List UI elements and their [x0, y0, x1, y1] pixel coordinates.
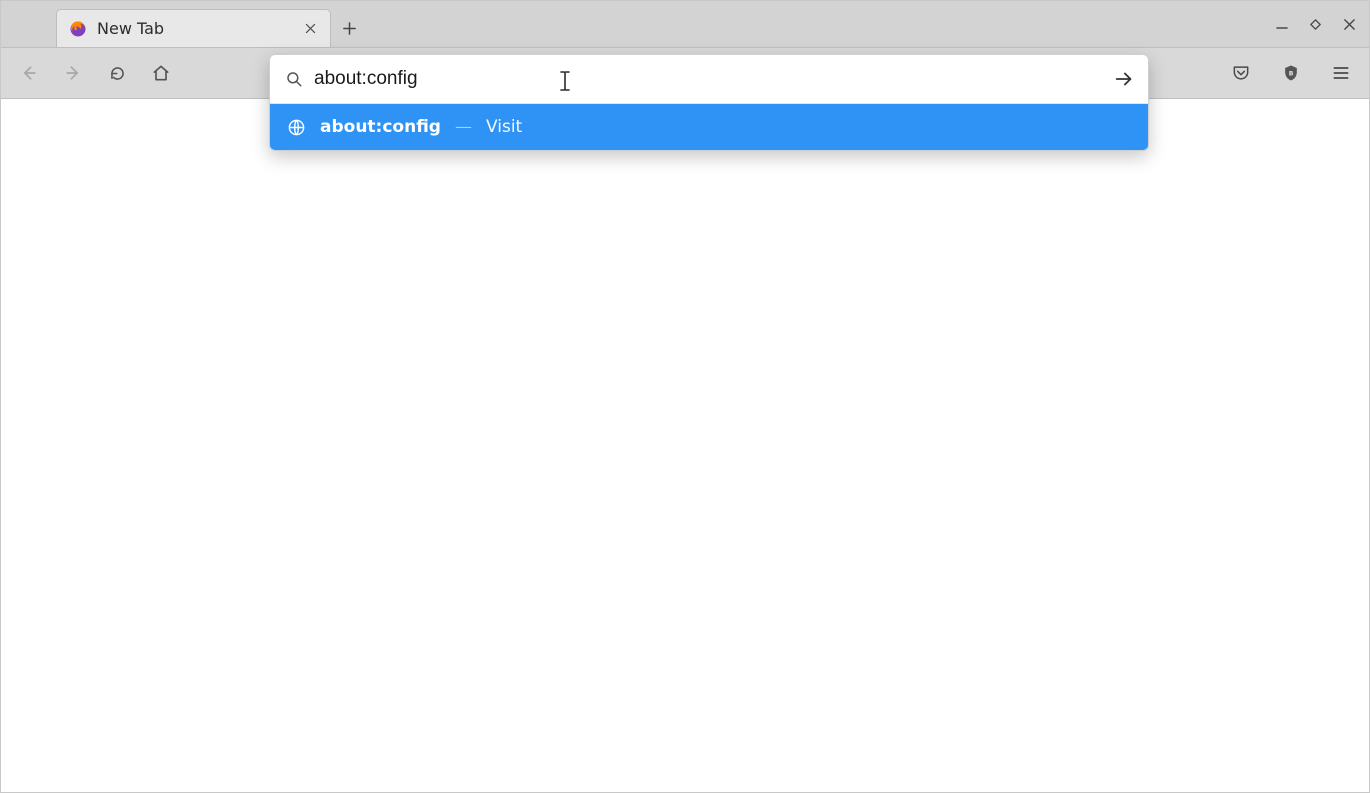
content-area: [1, 99, 1369, 792]
urlbar-suggestion[interactable]: about:config — Visit: [270, 104, 1148, 150]
new-tab-button[interactable]: [331, 9, 367, 47]
suggestion-text: about:config: [320, 117, 441, 137]
window-controls: [1275, 1, 1361, 47]
toolbar-right-icons: ʙ: [1223, 55, 1359, 91]
navigation-toolbar: about:config — Visit ʙ: [1, 47, 1369, 99]
pocket-button[interactable]: [1223, 55, 1259, 91]
tab-strip: New Tab: [1, 1, 1369, 47]
app-menu-button[interactable]: [1323, 55, 1359, 91]
extension-shield-button[interactable]: ʙ: [1273, 55, 1309, 91]
urlbar-input[interactable]: [314, 68, 1100, 90]
suggestion-action: Visit: [486, 117, 522, 137]
tab-title: New Tab: [97, 19, 290, 38]
go-button[interactable]: [1110, 65, 1138, 93]
tab-close-button[interactable]: [300, 19, 320, 39]
close-window-button[interactable]: [1343, 18, 1361, 31]
maximize-button[interactable]: [1309, 18, 1327, 31]
svg-text:ʙ: ʙ: [1289, 69, 1294, 78]
minimize-button[interactable]: [1275, 17, 1293, 31]
reload-button[interactable]: [99, 55, 135, 91]
suggestion-separator: —: [455, 117, 472, 137]
urlbar-container: about:config — Visit: [269, 54, 1149, 151]
browser-window: New Tab: [0, 0, 1370, 793]
urlbar-input-row: [270, 55, 1148, 103]
back-button[interactable]: [11, 55, 47, 91]
firefox-icon: [69, 20, 87, 38]
forward-button[interactable]: [55, 55, 91, 91]
globe-icon: [286, 117, 306, 137]
urlbar-panel: about:config — Visit: [269, 54, 1149, 151]
tab-new-tab[interactable]: New Tab: [56, 9, 331, 47]
search-icon: [284, 69, 304, 89]
home-button[interactable]: [143, 55, 179, 91]
